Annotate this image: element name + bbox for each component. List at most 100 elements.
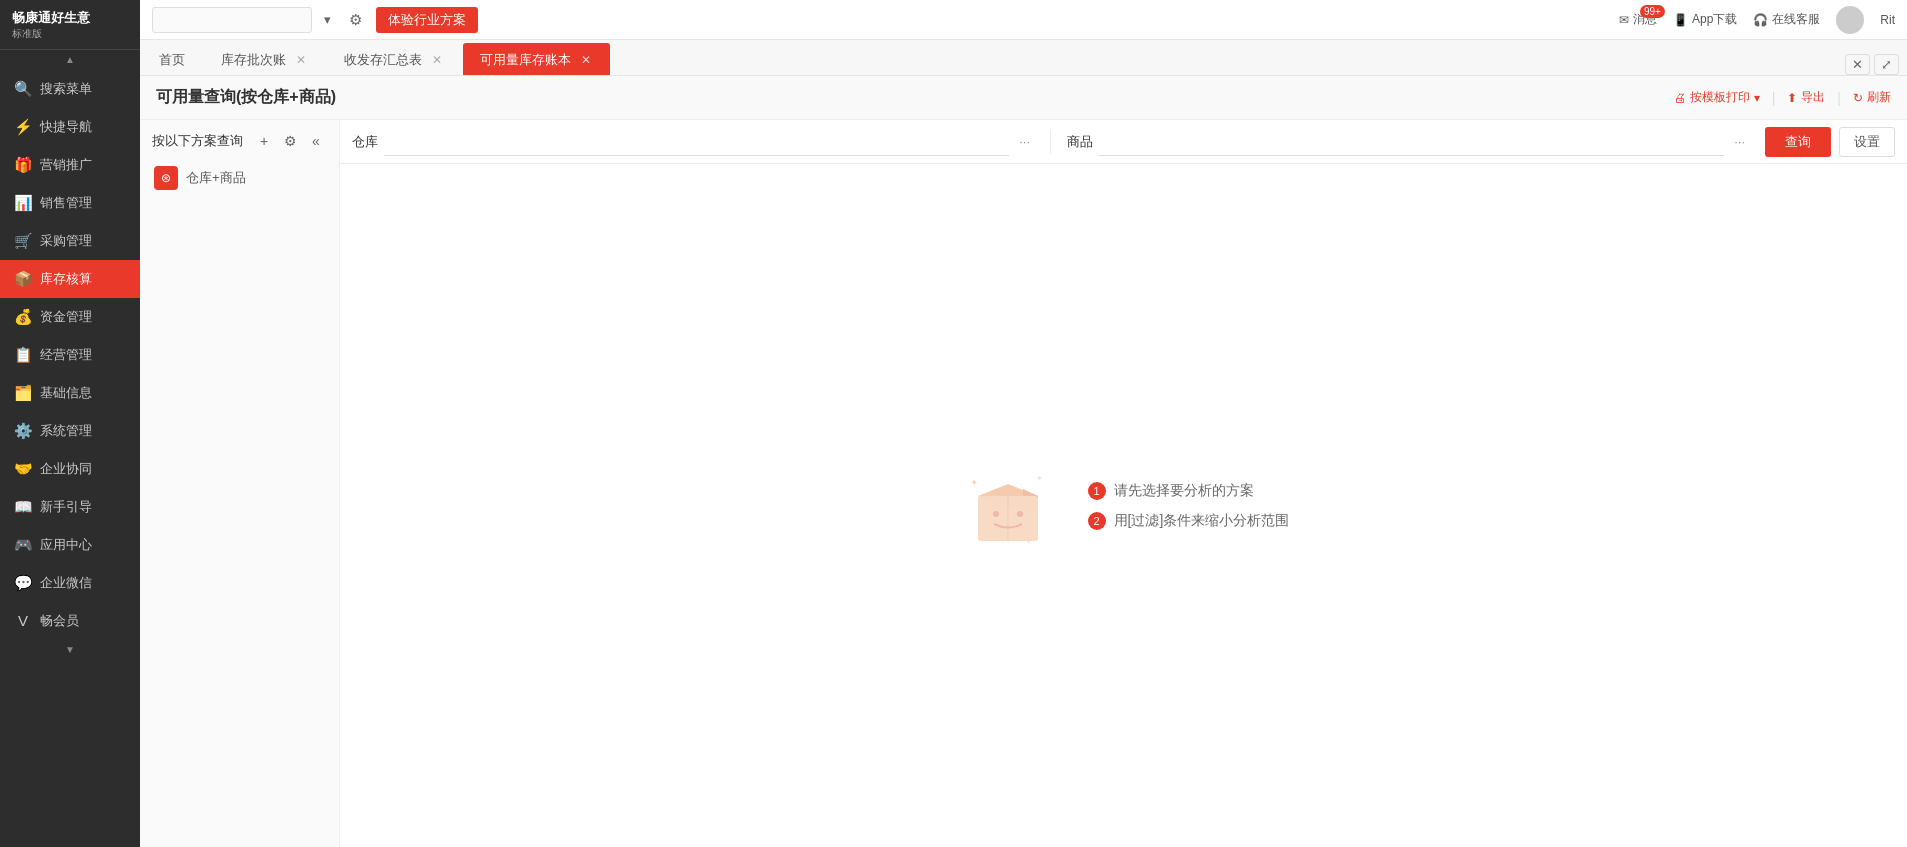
- tabs-bar: 首页库存批次账✕收发存汇总表✕ 可用量库存账本 ✕ ✕ ⤢: [140, 40, 1907, 76]
- warehouse-input[interactable]: [384, 128, 1009, 156]
- filter-settings-btn[interactable]: 设置: [1839, 127, 1895, 157]
- content-area: 按以下方案查询 + ⚙ « ⊛仓库+商品 仓库 ··· 商品: [140, 120, 1907, 847]
- sidebar-item-finance[interactable]: 💰 资金管理: [0, 298, 140, 336]
- topbar-app-download[interactable]: 📱 App下载: [1673, 11, 1737, 28]
- service-icon: 🎧: [1753, 13, 1768, 27]
- tabs-actions: ✕ ⤢: [1845, 54, 1907, 75]
- sidebar-label-app-center: 应用中心: [40, 536, 92, 554]
- export-label: 导出: [1801, 89, 1825, 106]
- tab-batch-ledger[interactable]: 库存批次账✕: [204, 43, 325, 75]
- scheme-settings-btn[interactable]: ⚙: [279, 130, 301, 152]
- tab-label-available-ledger: 可用量库存账本: [480, 51, 571, 69]
- warehouse-filter-field: 仓库 ···: [352, 128, 1034, 156]
- sidebar-label-quick-nav: 快捷导航: [40, 118, 92, 136]
- sidebar-item-sales[interactable]: 📊 销售管理: [0, 184, 140, 222]
- sep1: |: [1772, 90, 1776, 106]
- sidebar-label-finance: 资金管理: [40, 308, 92, 326]
- tab-home[interactable]: 首页: [142, 43, 202, 75]
- goods-input[interactable]: [1099, 128, 1724, 156]
- refresh-btn[interactable]: ↻ 刷新: [1853, 89, 1891, 106]
- sidebar-icon-member: V: [14, 612, 32, 629]
- add-scheme-btn[interactable]: +: [253, 130, 275, 152]
- goods-label: 商品: [1067, 133, 1093, 151]
- sidebar-icon-marketing: 🎁: [14, 156, 32, 174]
- sidebar-item-search[interactable]: 🔍搜索菜单: [0, 70, 140, 108]
- sidebar-icon-sales: 📊: [14, 194, 32, 212]
- tab-close-batch-ledger[interactable]: ✕: [294, 53, 308, 67]
- sidebar-item-guide[interactable]: 📖新手引导: [0, 488, 140, 526]
- sidebar-item-inventory[interactable]: 📦库存核算: [0, 260, 140, 298]
- sidebar: 畅康通好生意 标准版 ▲ 🔍搜索菜单 ⚡ 快捷导航 🎁 营销推广 📊 销售管理 🛒采购管理📦库…: [0, 0, 140, 847]
- tab-recv-summary[interactable]: 收发存汇总表✕: [327, 43, 461, 75]
- sidebar-item-app-center[interactable]: 🎮 应用中心: [0, 526, 140, 564]
- sidebar-label-member: 畅会员: [40, 612, 79, 630]
- topbar-industry-btn[interactable]: 体验行业方案: [376, 7, 478, 33]
- sidebar-item-basic[interactable]: 🗂️ 基础信息: [0, 374, 140, 412]
- tip-text-2: 用[过滤]条件来缩小分析范围: [1114, 512, 1290, 530]
- sidebar-scroll-down[interactable]: ▼: [0, 640, 140, 660]
- sidebar-item-marketing[interactable]: 🎁 营销推广: [0, 146, 140, 184]
- logo-title: 畅康通好生意: [12, 10, 128, 27]
- scheme-item-warehouse-goods[interactable]: ⊛仓库+商品: [140, 158, 339, 198]
- topbar-search-input[interactable]: [152, 7, 312, 33]
- sidebar-icon-purchase: 🛒: [14, 232, 32, 250]
- sidebar-icon-guide: 📖: [14, 498, 32, 516]
- print-dropdown-icon[interactable]: ▾: [1754, 91, 1760, 105]
- sidebar-label-basic: 基础信息: [40, 384, 92, 402]
- sidebar-label-wechat: 企业微信: [40, 574, 92, 592]
- service-label: 在线客服: [1772, 11, 1820, 28]
- topbar-service[interactable]: 🎧 在线客服: [1753, 11, 1820, 28]
- left-panel-title: 按以下方案查询: [152, 132, 243, 150]
- sidebar-logo: 畅康通好生意 标准版: [0, 0, 140, 50]
- sidebar-items: 🔍搜索菜单 ⚡ 快捷导航 🎁 营销推广 📊 销售管理 🛒采购管理📦库存核算 💰 资金管理 📋经营管理…: [0, 70, 140, 640]
- topbar-msg[interactable]: ✉ 消息 99+: [1619, 11, 1657, 28]
- filter-divider: [1050, 130, 1051, 154]
- sidebar-item-member[interactable]: V 畅会员: [0, 602, 140, 640]
- avatar[interactable]: [1836, 6, 1864, 34]
- sidebar-label-sales: 销售管理: [40, 194, 92, 212]
- scheme-label-warehouse-goods: 仓库+商品: [186, 169, 246, 187]
- tip-num-1: 1: [1088, 482, 1106, 500]
- main-area: ▾ ⚙ 体验行业方案 ✉ 消息 99+ 📱 App下载 🎧 在线客服 Rit 首…: [140, 0, 1907, 847]
- sidebar-icon-search: 🔍: [14, 80, 32, 98]
- sidebar-icon-basic: 🗂️: [14, 384, 32, 402]
- msg-badge: 99+: [1640, 5, 1665, 18]
- svg-point-5: [993, 511, 999, 517]
- goods-more-btn[interactable]: ···: [1730, 134, 1749, 149]
- sidebar-icon-finance: 💰: [14, 308, 32, 326]
- sidebar-item-operation[interactable]: 📋经营管理: [0, 336, 140, 374]
- app-icon: 📱: [1673, 13, 1688, 27]
- page-header-actions: 🖨 按模板打印 ▾ | ⬆ 导出 | ↻ 刷新: [1674, 89, 1891, 106]
- logo-sub: 标准版: [12, 27, 128, 41]
- sidebar-item-quick-nav[interactable]: ⚡ 快捷导航: [0, 108, 140, 146]
- tab-close-recv-summary[interactable]: ✕: [430, 53, 444, 67]
- svg-text:✦: ✦: [970, 477, 978, 488]
- sidebar-scroll-up[interactable]: ▲: [0, 50, 140, 70]
- tabs-expand-btn[interactable]: ⤢: [1874, 54, 1899, 75]
- topbar-gear-btn[interactable]: ⚙: [343, 9, 368, 31]
- tabs-close-btn[interactable]: ✕: [1845, 54, 1870, 75]
- sidebar-item-wechat[interactable]: 💬企业微信: [0, 564, 140, 602]
- export-btn[interactable]: ⬆ 导出: [1787, 89, 1825, 106]
- query-btn[interactable]: 查询: [1765, 127, 1831, 157]
- sidebar-item-system[interactable]: ⚙️系统管理: [0, 412, 140, 450]
- topbar-dropdown-btn[interactable]: ▾: [320, 10, 335, 29]
- sidebar-icon-quick-nav: ⚡: [14, 118, 32, 136]
- empty-tips: 1 请先选择要分析的方案 2 用[过滤]条件来缩小分析范围: [1088, 482, 1290, 530]
- sidebar-item-purchase[interactable]: 🛒采购管理: [0, 222, 140, 260]
- sidebar-icon-enterprise: 🤝: [14, 460, 32, 478]
- sidebar-icon-app-center: 🎮: [14, 536, 32, 554]
- left-panel-header-actions: + ⚙ «: [253, 130, 327, 152]
- filter-bar: 仓库 ··· 商品 ··· 查询 设置: [340, 120, 1907, 164]
- sidebar-item-enterprise[interactable]: 🤝企业协同: [0, 450, 140, 488]
- sidebar-label-marketing: 营销推广: [40, 156, 92, 174]
- tab-available-ledger[interactable]: 可用量库存账本 ✕: [463, 43, 610, 75]
- print-btn[interactable]: 🖨 按模板打印 ▾: [1674, 89, 1760, 106]
- collapse-panel-btn[interactable]: «: [305, 130, 327, 152]
- page-title: 可用量查询(按仓库+商品): [156, 87, 336, 108]
- warehouse-more-btn[interactable]: ···: [1015, 134, 1034, 149]
- left-panel: 按以下方案查询 + ⚙ « ⊛仓库+商品: [140, 120, 340, 847]
- left-panel-header: 按以下方案查询 + ⚙ «: [140, 120, 339, 158]
- msg-icon: ✉: [1619, 13, 1629, 27]
- tab-close-available-ledger[interactable]: ✕: [579, 53, 593, 67]
